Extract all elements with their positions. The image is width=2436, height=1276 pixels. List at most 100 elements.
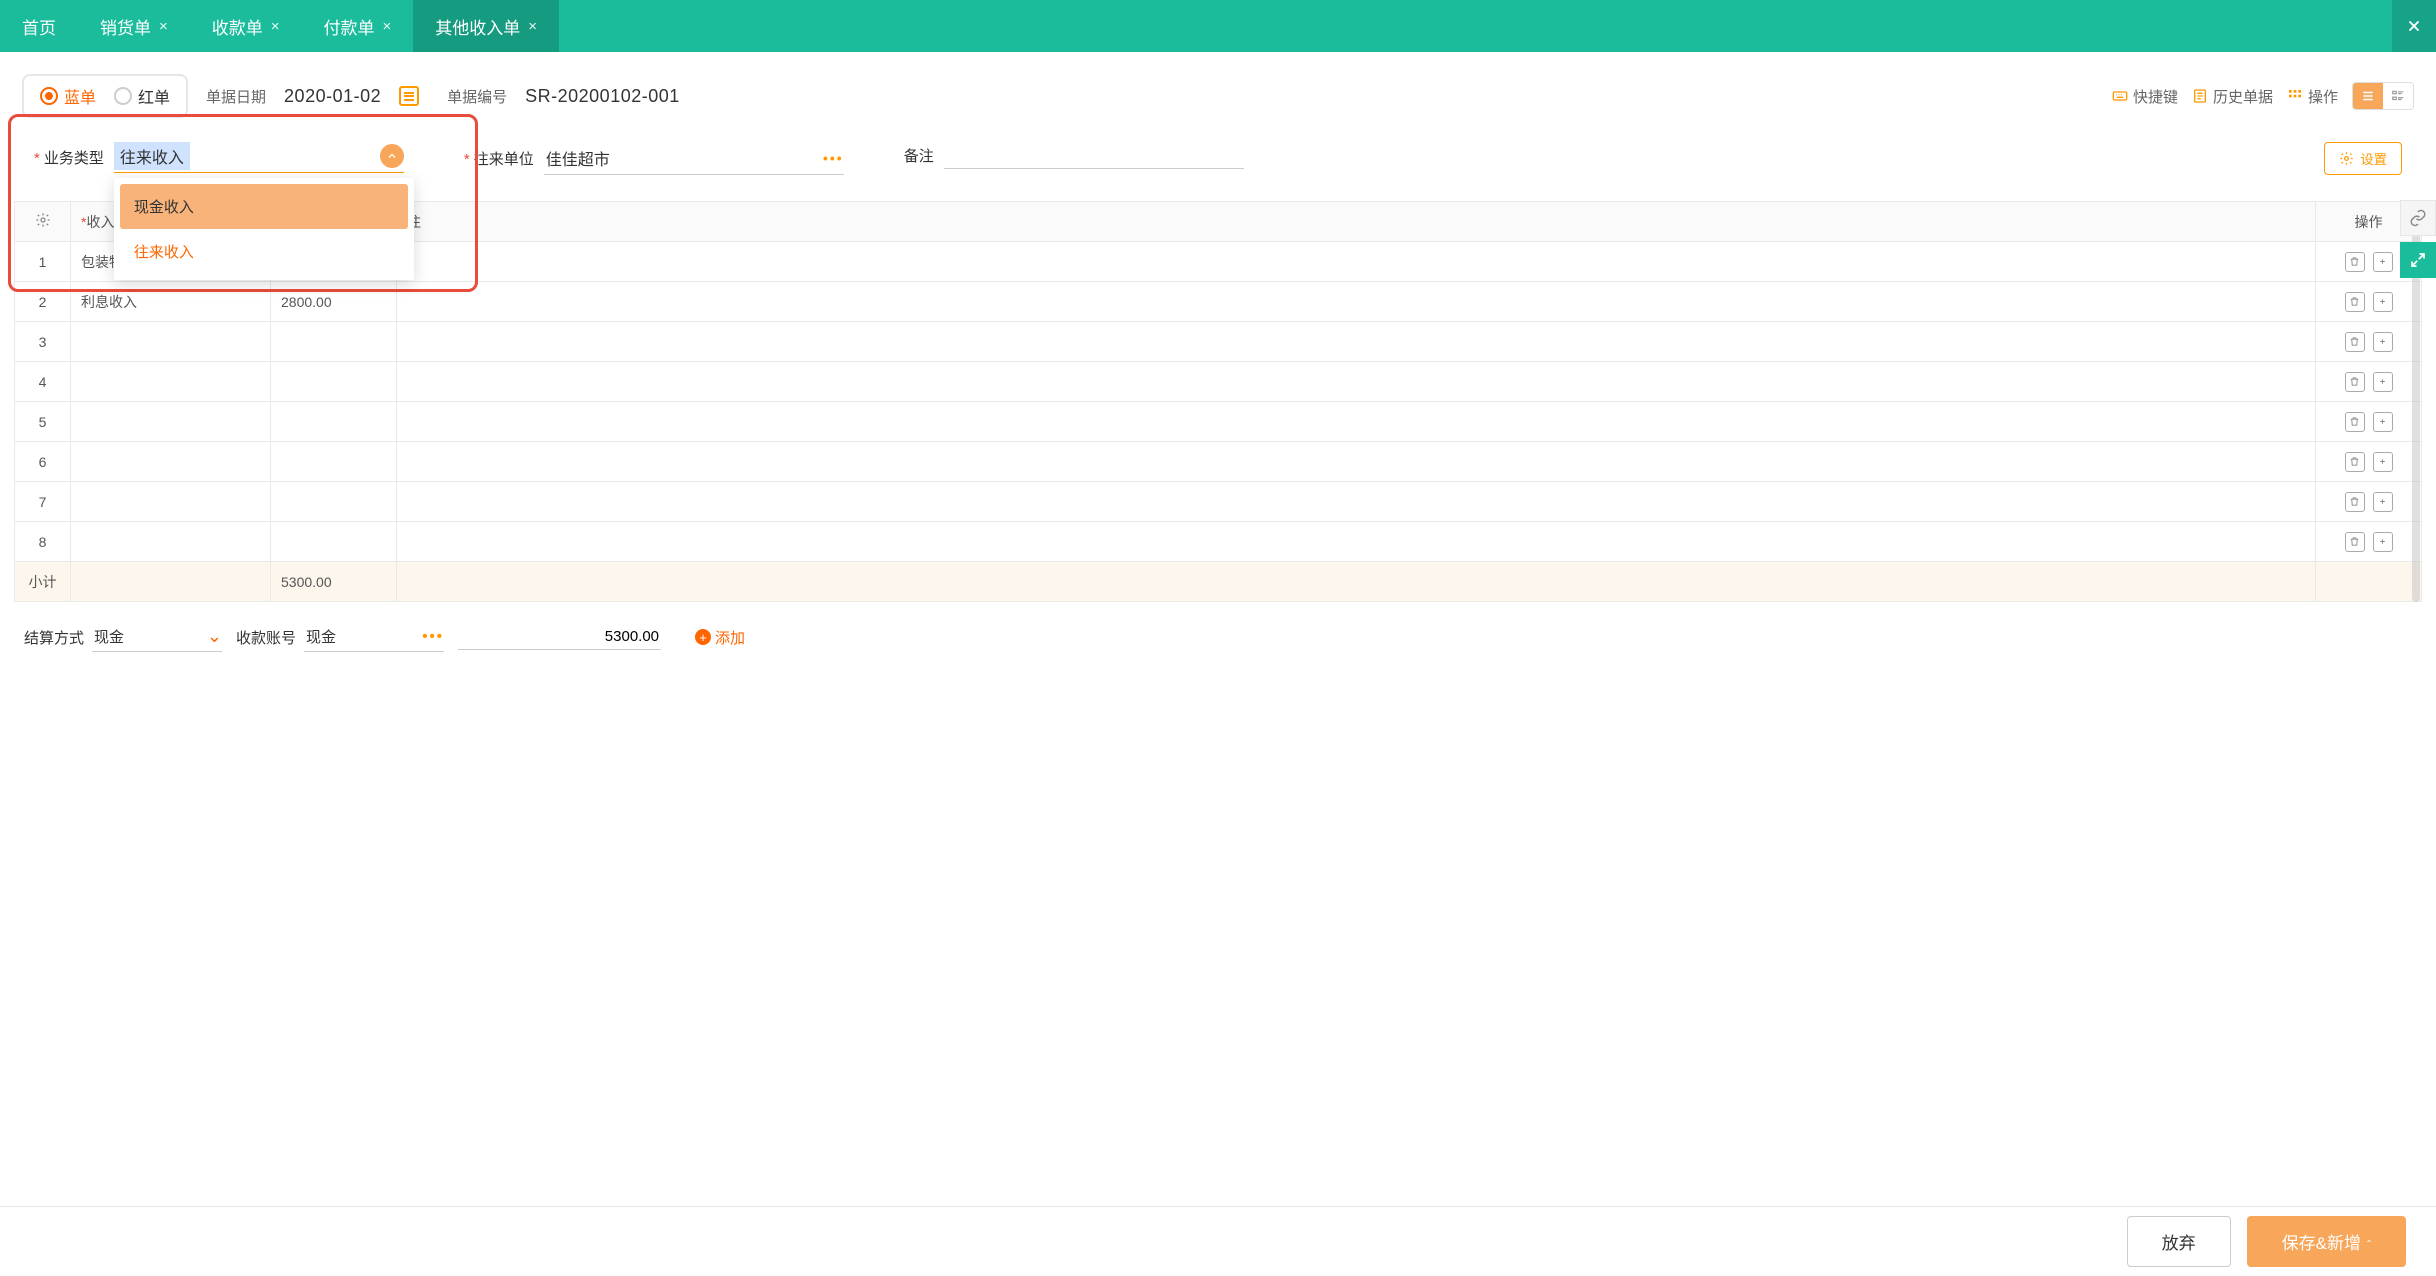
delete-row-button[interactable]: [2345, 412, 2365, 432]
chevron-down-icon[interactable]: ⌄: [207, 626, 222, 647]
row-amount[interactable]: [271, 322, 397, 362]
party-picker-button[interactable]: •••: [823, 150, 844, 166]
add-row-button[interactable]: [2373, 492, 2393, 512]
delete-row-button[interactable]: [2345, 332, 2365, 352]
history-button[interactable]: 历史单据: [2192, 86, 2273, 107]
settle-method-label: 结算方式: [24, 627, 84, 648]
row-remark[interactable]: [397, 282, 2316, 322]
row-ops: [2316, 322, 2422, 362]
row-amount[interactable]: [271, 362, 397, 402]
plus-square-icon: [2377, 336, 2388, 347]
tab-sales[interactable]: 销货单×: [78, 0, 190, 52]
settle-method-value[interactable]: 现金: [92, 622, 207, 651]
row-category[interactable]: [71, 442, 271, 482]
remark-field: 备注: [904, 142, 1244, 169]
add-row-button[interactable]: [2373, 332, 2393, 352]
history-icon: [2192, 88, 2208, 104]
biz-type-dropdown: 现金收入 往来收入: [114, 178, 414, 280]
dropdown-option-credit[interactable]: 往来收入: [120, 229, 408, 274]
plus-square-icon: [2377, 376, 2388, 387]
tab-payment[interactable]: 付款单×: [302, 0, 414, 52]
row-category[interactable]: [71, 482, 271, 522]
row-ops: [2316, 482, 2422, 522]
shortcut-button[interactable]: 快捷键: [2112, 86, 2178, 107]
row-amount[interactable]: 2800.00: [271, 282, 397, 322]
add-row-button[interactable]: [2373, 292, 2393, 312]
row-remark[interactable]: [397, 322, 2316, 362]
account-value[interactable]: 现金: [304, 622, 422, 651]
attachment-button[interactable]: [2400, 200, 2436, 236]
close-icon[interactable]: ×: [528, 18, 537, 35]
grid-icon: [2287, 88, 2303, 104]
row-category[interactable]: [71, 362, 271, 402]
row-category[interactable]: [71, 322, 271, 362]
row-amount[interactable]: [271, 482, 397, 522]
plus-square-icon: [2377, 256, 2388, 267]
row-amount[interactable]: [271, 402, 397, 442]
add-payment-button[interactable]: + 添加: [695, 627, 745, 648]
row-index: 1: [15, 242, 71, 282]
delete-row-button[interactable]: [2345, 292, 2365, 312]
trash-icon: [2349, 256, 2360, 267]
settings-button[interactable]: 设置: [2324, 142, 2402, 175]
tab-home[interactable]: 首页: [0, 0, 78, 52]
add-row-button[interactable]: [2373, 532, 2393, 552]
remark-input[interactable]: [944, 142, 1244, 169]
row-remark[interactable]: [397, 442, 2316, 482]
add-row-button[interactable]: [2373, 252, 2393, 272]
account-picker-button[interactable]: •••: [422, 628, 444, 645]
expand-button[interactable]: [2400, 242, 2436, 278]
tab-receipt[interactable]: 收款单×: [190, 0, 302, 52]
delete-row-button[interactable]: [2345, 492, 2365, 512]
row-amount[interactable]: [271, 522, 397, 562]
close-icon[interactable]: ×: [383, 18, 392, 35]
save-and-new-button[interactable]: 保存&新增ˆ: [2247, 1216, 2406, 1267]
table-row: 4: [15, 362, 2422, 402]
tab-other-income[interactable]: 其他收入单×: [413, 0, 559, 52]
delete-row-button[interactable]: [2345, 372, 2365, 392]
add-row-button[interactable]: [2373, 412, 2393, 432]
add-row-button[interactable]: [2373, 452, 2393, 472]
trash-icon: [2349, 456, 2360, 467]
remark-label: 备注: [904, 145, 934, 166]
close-icon[interactable]: ×: [159, 18, 168, 35]
close-all-button[interactable]: [2392, 0, 2436, 52]
calendar-icon[interactable]: [399, 86, 419, 106]
row-remark[interactable]: [397, 242, 2316, 282]
row-remark[interactable]: [397, 482, 2316, 522]
row-remark[interactable]: [397, 522, 2316, 562]
row-remark[interactable]: [397, 362, 2316, 402]
biz-type-field: *业务类型 往来收入 现金收入 往来收入: [34, 142, 404, 173]
row-amount[interactable]: [271, 442, 397, 482]
row-category[interactable]: [71, 402, 271, 442]
row-remark[interactable]: [397, 402, 2316, 442]
pay-amount-input[interactable]: [458, 624, 661, 650]
row-index: 3: [15, 322, 71, 362]
date-value[interactable]: 2020-01-02: [284, 86, 381, 107]
party-input[interactable]: 佳佳超市: [544, 142, 823, 174]
radio-red-bill[interactable]: 红单: [114, 84, 170, 108]
view-list-button[interactable]: [2353, 83, 2383, 109]
row-ops: [2316, 442, 2422, 482]
view-detail-button[interactable]: [2383, 83, 2413, 109]
row-category[interactable]: [71, 522, 271, 562]
delete-row-button[interactable]: [2345, 452, 2365, 472]
table-row: 3: [15, 322, 2422, 362]
expand-icon: [2409, 251, 2427, 269]
add-row-button[interactable]: [2373, 372, 2393, 392]
delete-row-button[interactable]: [2345, 532, 2365, 552]
discard-button[interactable]: 放弃: [2127, 1216, 2231, 1267]
col-settings[interactable]: [15, 202, 71, 242]
close-icon[interactable]: ×: [271, 18, 280, 35]
chevron-up-icon: ˆ: [2367, 1238, 2371, 1252]
biz-type-input[interactable]: 往来收入: [114, 142, 190, 170]
biz-type-toggle[interactable]: [380, 144, 404, 168]
radio-blue-bill[interactable]: 蓝单: [40, 84, 96, 108]
dropdown-option-cash[interactable]: 现金收入: [120, 184, 408, 229]
plus-square-icon: [2377, 456, 2388, 467]
operate-button[interactable]: 操作: [2287, 86, 2338, 107]
account-label: 收款账号: [236, 627, 296, 648]
row-category[interactable]: 利息收入: [71, 282, 271, 322]
party-label: *往来单位: [464, 148, 534, 169]
delete-row-button[interactable]: [2345, 252, 2365, 272]
